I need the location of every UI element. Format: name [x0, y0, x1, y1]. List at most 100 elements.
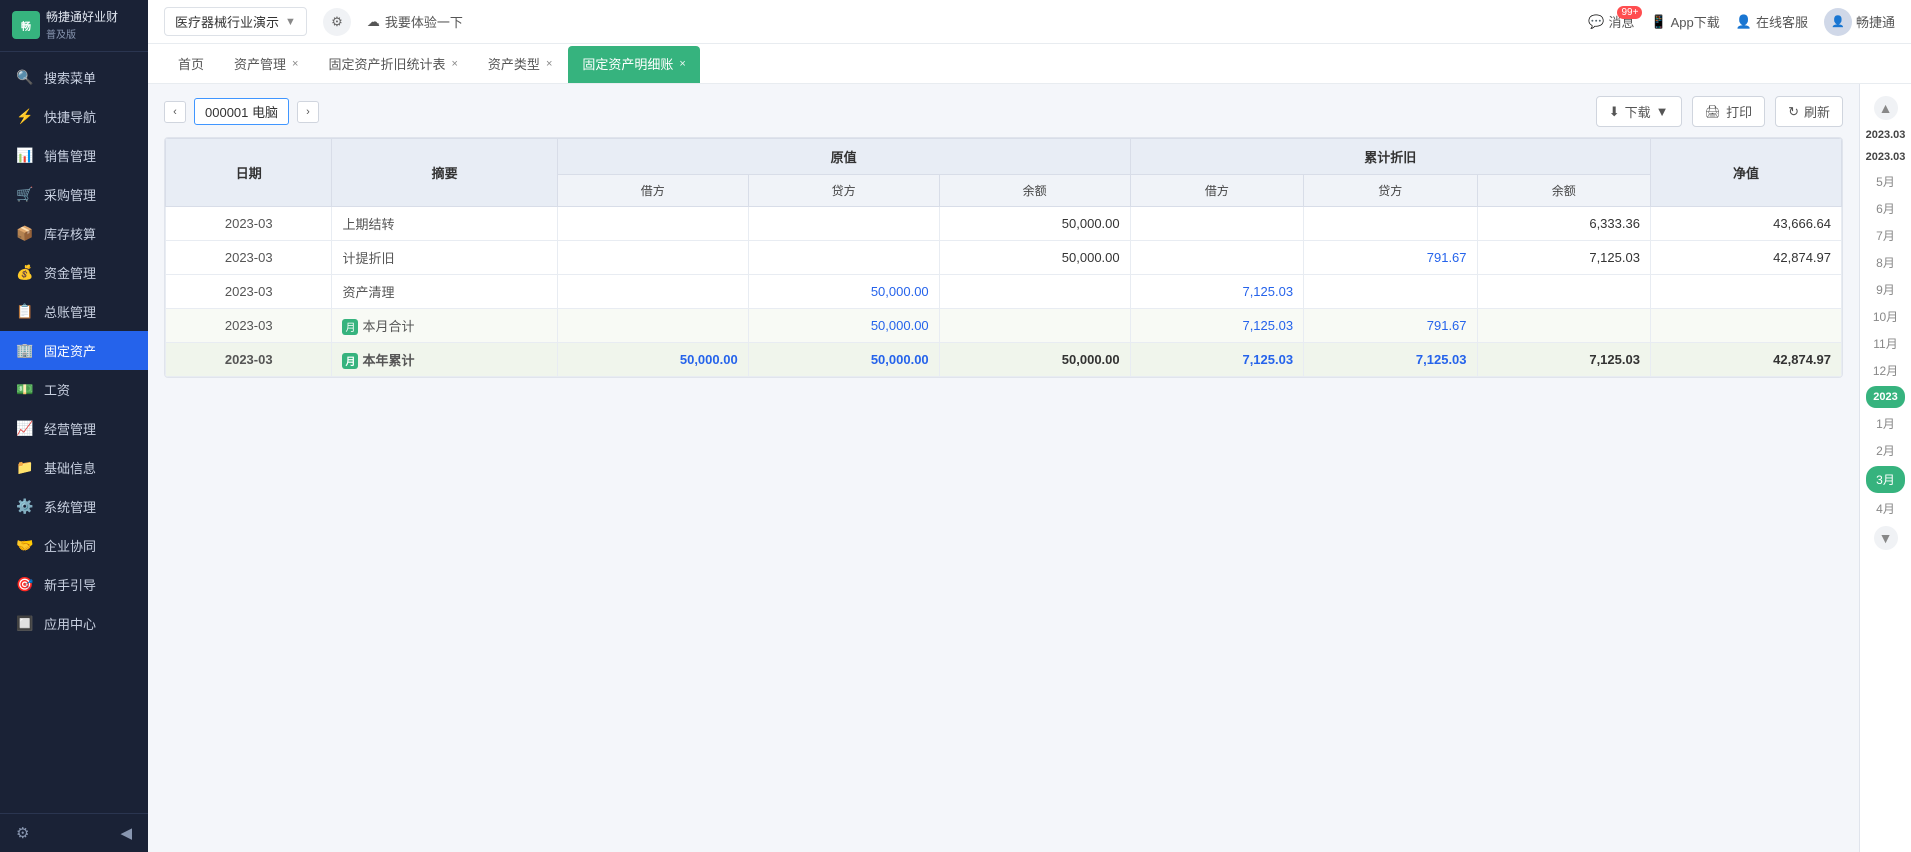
cell-date: 2023-03: [166, 309, 332, 343]
cell-orig-credit: 50,000.00: [748, 309, 939, 343]
tab-0[interactable]: 首页: [164, 46, 218, 83]
sidebar-icon-11: ⚙️: [16, 498, 34, 515]
sidebar-icon-13: 🎯: [16, 576, 34, 593]
sidebar-footer: ⚙ ◀: [0, 813, 148, 852]
sidebar-item-8[interactable]: 💵工资: [0, 370, 148, 409]
cell-acc-credit: 7,125.03: [1304, 343, 1477, 377]
sidebar-item-4[interactable]: 📦库存核算: [0, 214, 148, 253]
table-row: 2023-03 月本年累计 50,000.00 50,000.00 50,000…: [166, 343, 1842, 377]
refresh-btn[interactable]: ↻ 刷新: [1775, 96, 1843, 127]
sidebar-item-11[interactable]: ⚙️系统管理: [0, 487, 148, 526]
sidebar-label-14: 应用中心: [44, 614, 96, 633]
cell-net-value: [1650, 309, 1841, 343]
table-row: 2023-03 资产清理 50,000.00 7,125.03: [166, 275, 1842, 309]
timeline-month-6[interactable]: 6月: [1860, 195, 1911, 222]
cell-date: 2023-03: [166, 207, 332, 241]
cell-orig-credit: [748, 241, 939, 275]
tab-close-2[interactable]: ×: [451, 58, 457, 70]
sidebar-item-13[interactable]: 🎯新手引导: [0, 565, 148, 604]
main-area: 医疗器械行业演示 ▼ ⚙ ☁ 我要体验一下 💬 消息 99+ 📱 App下载 👤…: [148, 0, 1911, 852]
tab-label-0: 首页: [178, 54, 204, 73]
sidebar: 畅 畅捷通好业财 普及版 🔍搜索菜单⚡快捷导航📊销售管理🛒采购管理📦库存核算💰资…: [0, 0, 148, 852]
sidebar-label-1: 快捷导航: [44, 107, 96, 126]
timeline-month-2[interactable]: 2月: [1860, 437, 1911, 464]
cell-acc-credit: [1304, 275, 1477, 309]
print-btn[interactable]: 🖨 打印: [1692, 96, 1766, 127]
row-icon-4: 月: [342, 353, 358, 369]
sidebar-item-6[interactable]: 📋 总账管理: [0, 292, 148, 331]
sidebar-item-1[interactable]: ⚡快捷导航: [0, 97, 148, 136]
timeline-month-7[interactable]: 7月: [1860, 222, 1911, 249]
next-asset-btn[interactable]: ›: [297, 101, 319, 123]
sidebar-item-2[interactable]: 📊销售管理: [0, 136, 148, 175]
sidebar-item-14[interactable]: 🔲应用中心: [0, 604, 148, 643]
settings-icon[interactable]: ⚙: [16, 824, 29, 842]
tab-2[interactable]: 固定资产折旧统计表 ×: [314, 46, 471, 83]
tab-1[interactable]: 资产管理×: [220, 46, 312, 83]
page-content: ‹ 000001 电脑 › ⬇ 下载 ▼ 🖨 打印 ↻: [148, 84, 1859, 852]
sidebar-label-8: 工资: [44, 380, 70, 399]
sidebar-item-0[interactable]: 🔍搜索菜单: [0, 58, 148, 97]
sidebar-item-7[interactable]: 🏢固定资产: [0, 331, 148, 370]
sidebar-item-10[interactable]: 📁基础信息: [0, 448, 148, 487]
company-selector[interactable]: 医疗器械行业演示 ▼: [164, 7, 307, 36]
sidebar-label-0: 搜索菜单: [44, 68, 96, 87]
sidebar-icon-10: 📁: [16, 459, 34, 476]
experience-button[interactable]: ☁ 我要体验一下: [367, 12, 463, 31]
timeline-month-5[interactable]: 5月: [1860, 168, 1911, 195]
col-date: 日期: [166, 139, 332, 207]
header-settings-btn[interactable]: ⚙: [323, 8, 351, 36]
cell-orig-credit: [748, 207, 939, 241]
timeline-month-9[interactable]: 9月: [1860, 276, 1911, 303]
user-area[interactable]: 👤 畅捷通: [1824, 8, 1895, 36]
sidebar-label-7: 固定资产: [44, 341, 96, 360]
sidebar-label-3: 采购管理: [44, 185, 96, 204]
ledger-table-container: 日期 摘要 原值 累计折旧 净值 借方 贷方 余额 借方 贷方 余额: [164, 137, 1843, 378]
sidebar-label-12: 企业协同: [44, 536, 96, 555]
cell-orig-debit: [557, 309, 748, 343]
print-label: 打印: [1726, 102, 1752, 121]
timeline-down-btn[interactable]: ▼: [1874, 526, 1898, 550]
sidebar-icon-6: 📋: [16, 303, 34, 320]
cell-desc: 月本年累计: [332, 343, 557, 377]
tab-label-2: 固定资产折旧统计表: [328, 54, 445, 73]
timeline-month-12[interactable]: 12月: [1860, 357, 1911, 384]
user-name: 畅捷通: [1856, 12, 1895, 31]
sidebar-item-5[interactable]: 💰资金管理: [0, 253, 148, 292]
online-service-btn[interactable]: 👤 在线客服: [1736, 12, 1808, 31]
prev-asset-btn[interactable]: ‹: [164, 101, 186, 123]
timeline-month-1[interactable]: 1月: [1860, 410, 1911, 437]
sidebar-label-2: 销售管理: [44, 146, 96, 165]
tab-3[interactable]: 资产类型×: [474, 46, 566, 83]
cell-date: 2023-03: [166, 275, 332, 309]
app-download-btn[interactable]: 📱 App下载: [1650, 12, 1719, 31]
sidebar-item-9[interactable]: 📈经营管理: [0, 409, 148, 448]
top-header: 医疗器械行业演示 ▼ ⚙ ☁ 我要体验一下 💬 消息 99+ 📱 App下载 👤…: [148, 0, 1911, 44]
timeline-month-8[interactable]: 8月: [1860, 249, 1911, 276]
col-accumulated: 累计折旧: [1130, 139, 1650, 175]
cell-desc: 资产清理: [332, 275, 557, 309]
message-btn[interactable]: 💬 消息 99+: [1588, 12, 1634, 31]
download-btn[interactable]: ⬇ 下载 ▼: [1596, 96, 1682, 127]
cell-net-value: [1650, 275, 1841, 309]
tab-close-1[interactable]: ×: [292, 58, 298, 70]
tab-close-3[interactable]: ×: [546, 58, 552, 70]
cell-orig-debit: [557, 207, 748, 241]
tab-close-4[interactable]: ×: [679, 58, 685, 70]
collapse-sidebar-icon[interactable]: ◀: [120, 824, 132, 842]
header-right: 💬 消息 99+ 📱 App下载 👤 在线客服 👤 畅捷通: [1588, 8, 1895, 36]
tab-4[interactable]: 固定资产明细账×: [568, 46, 699, 83]
timeline-year-2023[interactable]: 2023: [1866, 386, 1905, 408]
timeline-month-10[interactable]: 10月: [1860, 303, 1911, 330]
sidebar-label-6: 总账管理: [44, 302, 96, 321]
cell-acc-balance: 7,125.03: [1477, 343, 1650, 377]
sidebar-item-12[interactable]: 🤝企业协同: [0, 526, 148, 565]
sidebar-icon-5: 💰: [16, 264, 34, 281]
timeline-up-btn[interactable]: ▲: [1874, 96, 1898, 120]
cell-acc-balance: 7,125.03: [1477, 241, 1650, 275]
sidebar-item-3[interactable]: 🛒采购管理: [0, 175, 148, 214]
timeline-month-11[interactable]: 11月: [1860, 330, 1911, 357]
timeline-month-3-active[interactable]: 3月: [1866, 466, 1905, 493]
timeline-month-4[interactable]: 4月: [1860, 495, 1911, 522]
cell-orig-balance: 50,000.00: [939, 241, 1130, 275]
